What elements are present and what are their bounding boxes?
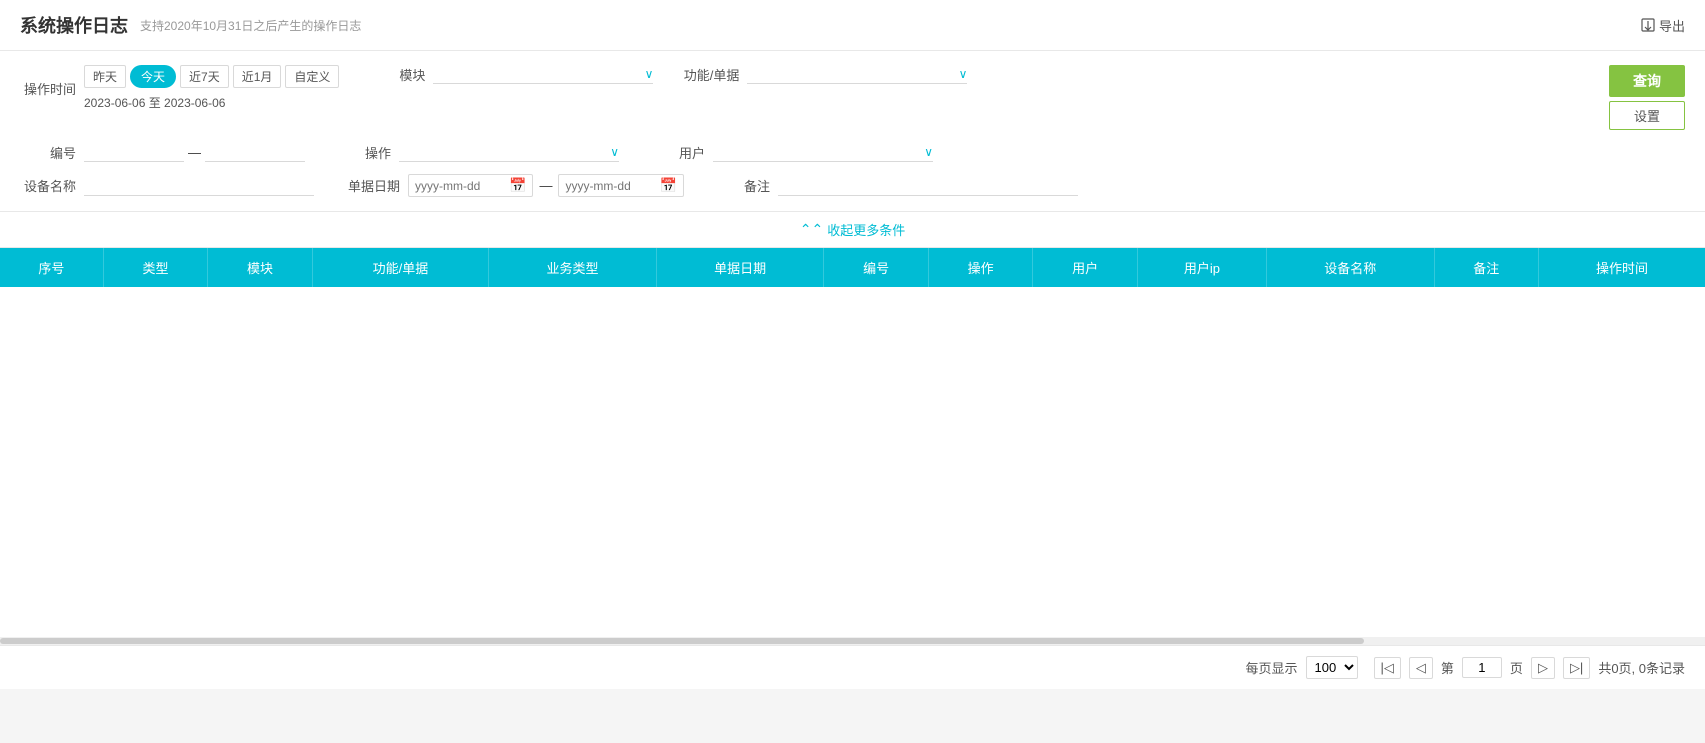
table-container: 序号 类型 模块 功能/单据 业务类型 单据日期 编号 操作 用户 用户ip 设… [0,248,1705,637]
date-end-box: 📅 [558,174,683,197]
date-start-box: 📅 [408,174,533,197]
function-select[interactable]: ∨ [747,65,967,84]
device-filter: 设备名称 [20,176,314,196]
settings-button[interactable]: 设置 [1609,101,1685,130]
prev-page-button[interactable]: ◁ [1409,657,1433,679]
col-voucher-date: 单据日期 [656,248,824,287]
col-function: 功能/单据 [312,248,488,287]
page-unit: 页 [1510,658,1523,677]
time-label: 操作时间 [20,79,76,98]
filter-row-3: 设备名称 单据日期 📅 — 📅 备注 [20,174,1685,197]
remark-input[interactable] [778,176,1078,196]
1month-btn[interactable]: 近1月 [233,65,282,88]
col-number: 编号 [824,248,928,287]
export-icon [1641,18,1655,32]
total-text: 共0页, 0条记录 [1598,658,1685,677]
collapse-bar[interactable]: ⌃⌃ 收起更多条件 [0,212,1705,248]
function-filter: 功能/单据 ∨ [683,65,967,84]
device-input[interactable] [84,176,314,196]
scrollbar-thumb[interactable] [0,638,1364,644]
time-filter: 操作时间 昨天 今天 近7天 近1月 自定义 2023-06-06 至 2023… [20,65,339,111]
number-filter: 编号 — [20,142,305,162]
page-label: 第 [1441,658,1454,677]
date-sep: — [539,178,552,193]
collapse-up-icon: ⌃⌃ [800,221,823,238]
filter-panel: 操作时间 昨天 今天 近7天 近1月 自定义 2023-06-06 至 2023… [0,51,1705,212]
table-header: 序号 类型 模块 功能/单据 业务类型 单据日期 编号 操作 用户 用户ip 设… [0,248,1705,287]
voucher-date-label: 单据日期 [344,176,400,195]
date-range-text: 2023-06-06 至 2023-06-06 [84,94,225,111]
export-label: 导出 [1659,16,1685,35]
next-page-button[interactable]: ▷ [1531,657,1555,679]
number-start-input[interactable] [84,142,184,162]
page-number-input[interactable] [1462,657,1502,678]
page-size-label: 每页显示 [1246,658,1298,677]
custom-btn[interactable]: 自定义 [285,65,339,88]
function-label: 功能/单据 [683,65,739,84]
calendar-end-icon[interactable]: 📅 [659,177,676,194]
col-user-ip: 用户ip [1137,248,1266,287]
operation-select[interactable]: ∨ [399,143,619,162]
action-buttons: 查询 设置 [1589,65,1685,130]
date-start-input[interactable] [415,179,505,193]
user-label: 用户 [649,143,705,162]
remark-filter: 备注 [714,176,1078,196]
header-row: 序号 类型 模块 功能/单据 业务类型 单据日期 编号 操作 用户 用户ip 设… [0,248,1705,287]
user-filter: 用户 ∨ [649,143,933,162]
operation-chevron-icon: ∨ [610,145,619,159]
page-header: 系统操作日志 支持2020年10月31日之后产生的操作日志 导出 [0,0,1705,51]
user-chevron-icon: ∨ [924,145,933,159]
device-label: 设备名称 [20,176,76,195]
filter-row-1: 操作时间 昨天 今天 近7天 近1月 自定义 2023-06-06 至 2023… [20,65,1685,130]
col-device: 设备名称 [1266,248,1434,287]
footer: 每页显示 100 50 200 500 |◁ ◁ 第 页 ▷ ▷| 共0页, 0… [0,645,1705,689]
page-size-select[interactable]: 100 50 200 500 [1306,656,1358,679]
user-select[interactable]: ∨ [713,143,933,162]
date-buttons: 昨天 今天 近7天 近1月 自定义 [84,65,339,88]
today-btn[interactable]: 今天 [130,65,176,88]
col-remark: 备注 [1434,248,1538,287]
7days-btn[interactable]: 近7天 [180,65,229,88]
module-select[interactable]: ∨ [433,65,653,84]
col-op-time: 操作时间 [1539,248,1705,287]
col-module: 模块 [208,248,312,287]
col-operation: 操作 [928,248,1032,287]
module-label: 模块 [369,65,425,84]
number-range: — [84,142,305,162]
col-type: 类型 [103,248,207,287]
number-sep: — [188,145,201,160]
remark-label: 备注 [714,176,770,195]
date-end-input[interactable] [565,179,655,193]
number-end-input[interactable] [205,142,305,162]
export-button[interactable]: 导出 [1641,16,1685,35]
filter-row-2: 编号 — 操作 ∨ 用户 ∨ [20,142,1685,162]
collapse-label: 收起更多条件 [827,220,905,239]
voucher-date-filter: 单据日期 📅 — 📅 [344,174,684,197]
last-page-button[interactable]: ▷| [1563,657,1590,679]
function-chevron-icon: ∨ [959,67,968,81]
yesterday-btn[interactable]: 昨天 [84,65,126,88]
date-filter: 昨天 今天 近7天 近1月 自定义 2023-06-06 至 2023-06-0… [84,65,339,111]
operation-filter: 操作 ∨ [335,143,619,162]
page-title: 系统操作日志 [20,12,128,38]
module-filter: 模块 ∨ [369,65,653,84]
col-index: 序号 [0,248,103,287]
first-page-button[interactable]: |◁ [1374,657,1401,679]
module-chevron-icon: ∨ [645,67,654,81]
table-body [0,287,1705,637]
operation-label: 操作 [335,143,391,162]
voucher-date-range: 📅 — 📅 [408,174,684,197]
data-table: 序号 类型 模块 功能/单据 业务类型 单据日期 编号 操作 用户 用户ip 设… [0,248,1705,637]
calendar-start-icon[interactable]: 📅 [509,177,526,194]
col-user: 用户 [1033,248,1137,287]
number-label: 编号 [20,143,76,162]
page-subtitle: 支持2020年10月31日之后产生的操作日志 [140,17,361,34]
col-biz-type: 业务类型 [489,248,657,287]
query-button[interactable]: 查询 [1609,65,1685,97]
scrollbar-area[interactable] [0,637,1705,645]
